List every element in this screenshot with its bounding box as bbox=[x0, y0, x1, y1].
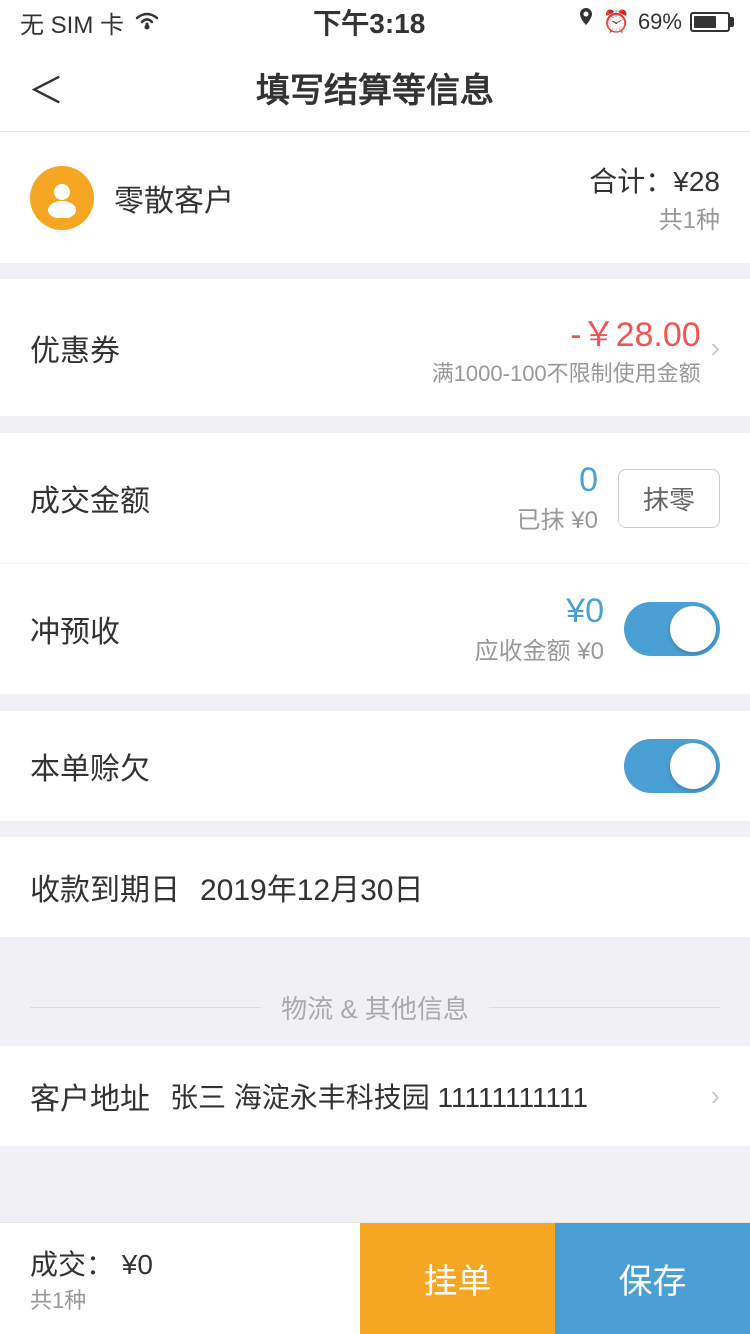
battery-fill bbox=[694, 16, 716, 28]
transaction-row: 成交金额 0 已抹 ¥0 抹零 bbox=[0, 433, 750, 564]
logistics-line-left bbox=[30, 1007, 261, 1008]
coupon-desc: 满1000-100不限制使用金额 bbox=[432, 356, 701, 388]
customer-right: 合计：¥28 共1种 bbox=[589, 160, 720, 235]
prepaid-label: 冲预收 bbox=[30, 607, 120, 651]
prepaid-right: ¥0 应收金额 ¥0 bbox=[475, 592, 720, 666]
coupon-section: 优惠券 -￥28.00 满1000-100不限制使用金额 › bbox=[0, 279, 750, 417]
status-left: 无 SIM 卡 bbox=[20, 5, 162, 40]
round-button[interactable]: 抹零 bbox=[618, 469, 720, 528]
transaction-label: 成交金额 bbox=[30, 476, 150, 520]
save-button[interactable]: 保存 bbox=[555, 1223, 750, 1334]
logistics-header: 物流 & 其他信息 bbox=[30, 989, 720, 1026]
status-right: ⏰ 69% bbox=[577, 8, 730, 36]
status-time: 下午3:18 bbox=[313, 2, 425, 42]
bottom-info: 成交： ¥0 共1种 bbox=[0, 1243, 360, 1315]
coupon-amount: -￥28.00 bbox=[432, 307, 701, 356]
bottom-actions: 挂单 保存 bbox=[360, 1223, 750, 1334]
section-divider bbox=[0, 953, 750, 969]
prepaid-row: 冲预收 ¥0 应收金额 ¥0 bbox=[0, 564, 750, 695]
due-date-section: 收款到期日 2019年12月30日 bbox=[0, 837, 750, 937]
customer-row[interactable]: 零散客户 合计：¥28 共1种 bbox=[0, 132, 750, 263]
customer-name: 零散客户 bbox=[114, 176, 234, 220]
prepaid-amount: ¥0 bbox=[475, 592, 604, 631]
customer-count: 共1种 bbox=[589, 200, 720, 235]
already-cleared: 已抹 ¥0 bbox=[517, 500, 598, 535]
bottom-deal: 成交： ¥0 bbox=[30, 1243, 330, 1283]
customer-total: 合计：¥28 bbox=[589, 160, 720, 200]
customer-avatar bbox=[30, 166, 94, 230]
transaction-right-stack: 0 已抹 ¥0 bbox=[517, 461, 598, 535]
prepaid-stack: ¥0 应收金额 ¥0 bbox=[475, 592, 604, 666]
address-label: 客户地址 bbox=[30, 1074, 150, 1118]
logistics-header-text: 物流 & 其他信息 bbox=[281, 989, 469, 1026]
logistics-section: 物流 & 其他信息 bbox=[0, 969, 750, 1046]
due-date-row[interactable]: 收款到期日 2019年12月30日 bbox=[30, 865, 720, 909]
location-icon bbox=[577, 8, 595, 36]
toggle-knob bbox=[670, 606, 716, 652]
nav-bar: ＜ 填写结算等信息 bbox=[0, 44, 750, 132]
prepaid-toggle[interactable] bbox=[624, 602, 720, 656]
customer-left: 零散客户 bbox=[30, 166, 234, 230]
battery-percent: 69% bbox=[638, 9, 682, 35]
address-section[interactable]: 客户地址 张三 海淀永丰科技园 11111111111 › bbox=[0, 1046, 750, 1146]
coupon-right-content: -￥28.00 满1000-100不限制使用金额 bbox=[432, 307, 701, 388]
debit-label: 本单赊欠 bbox=[30, 744, 150, 788]
bottom-count: 共1种 bbox=[30, 1283, 330, 1315]
logistics-line-right bbox=[489, 1007, 720, 1008]
coupon-right: -￥28.00 满1000-100不限制使用金额 › bbox=[432, 307, 720, 388]
wifi-icon bbox=[132, 8, 162, 37]
back-button[interactable]: ＜ bbox=[28, 62, 64, 114]
transaction-right: 0 已抹 ¥0 抹零 bbox=[517, 461, 720, 535]
address-value: 张三 海淀永丰科技园 11111111111 bbox=[170, 1076, 701, 1116]
transaction-value[interactable]: 0 bbox=[579, 461, 598, 499]
bottom-bar: 成交： ¥0 共1种 挂单 保存 bbox=[0, 1222, 750, 1334]
debit-section: 本单赊欠 bbox=[0, 711, 750, 821]
address-chevron-icon: › bbox=[711, 1080, 720, 1112]
due-date-value: 2019年12月30日 bbox=[200, 865, 423, 909]
alarm-icon: ⏰ bbox=[603, 9, 630, 35]
debit-toggle[interactable] bbox=[624, 739, 720, 793]
transaction-section: 成交金额 0 已抹 ¥0 抹零 冲预收 ¥0 应收金额 ¥0 bbox=[0, 433, 750, 695]
content: 零散客户 合计：¥28 共1种 优惠券 -￥28.00 满1000-100不限制… bbox=[0, 132, 750, 1266]
chevron-right-icon: › bbox=[711, 332, 720, 364]
due-date-label: 收款到期日 bbox=[30, 865, 180, 909]
coupon-label: 优惠券 bbox=[30, 326, 120, 370]
battery-icon bbox=[690, 12, 730, 32]
status-bar: 无 SIM 卡 下午3:18 ⏰ 69% bbox=[0, 0, 750, 44]
coupon-row[interactable]: 优惠券 -￥28.00 满1000-100不限制使用金额 › bbox=[0, 279, 750, 417]
hold-button[interactable]: 挂单 bbox=[360, 1223, 555, 1334]
debit-toggle-knob bbox=[670, 743, 716, 789]
prepaid-receivable: 应收金额 ¥0 bbox=[475, 631, 604, 666]
sim-status: 无 SIM 卡 bbox=[20, 5, 124, 40]
page-title: 填写结算等信息 bbox=[256, 63, 494, 112]
user-icon bbox=[42, 178, 82, 218]
